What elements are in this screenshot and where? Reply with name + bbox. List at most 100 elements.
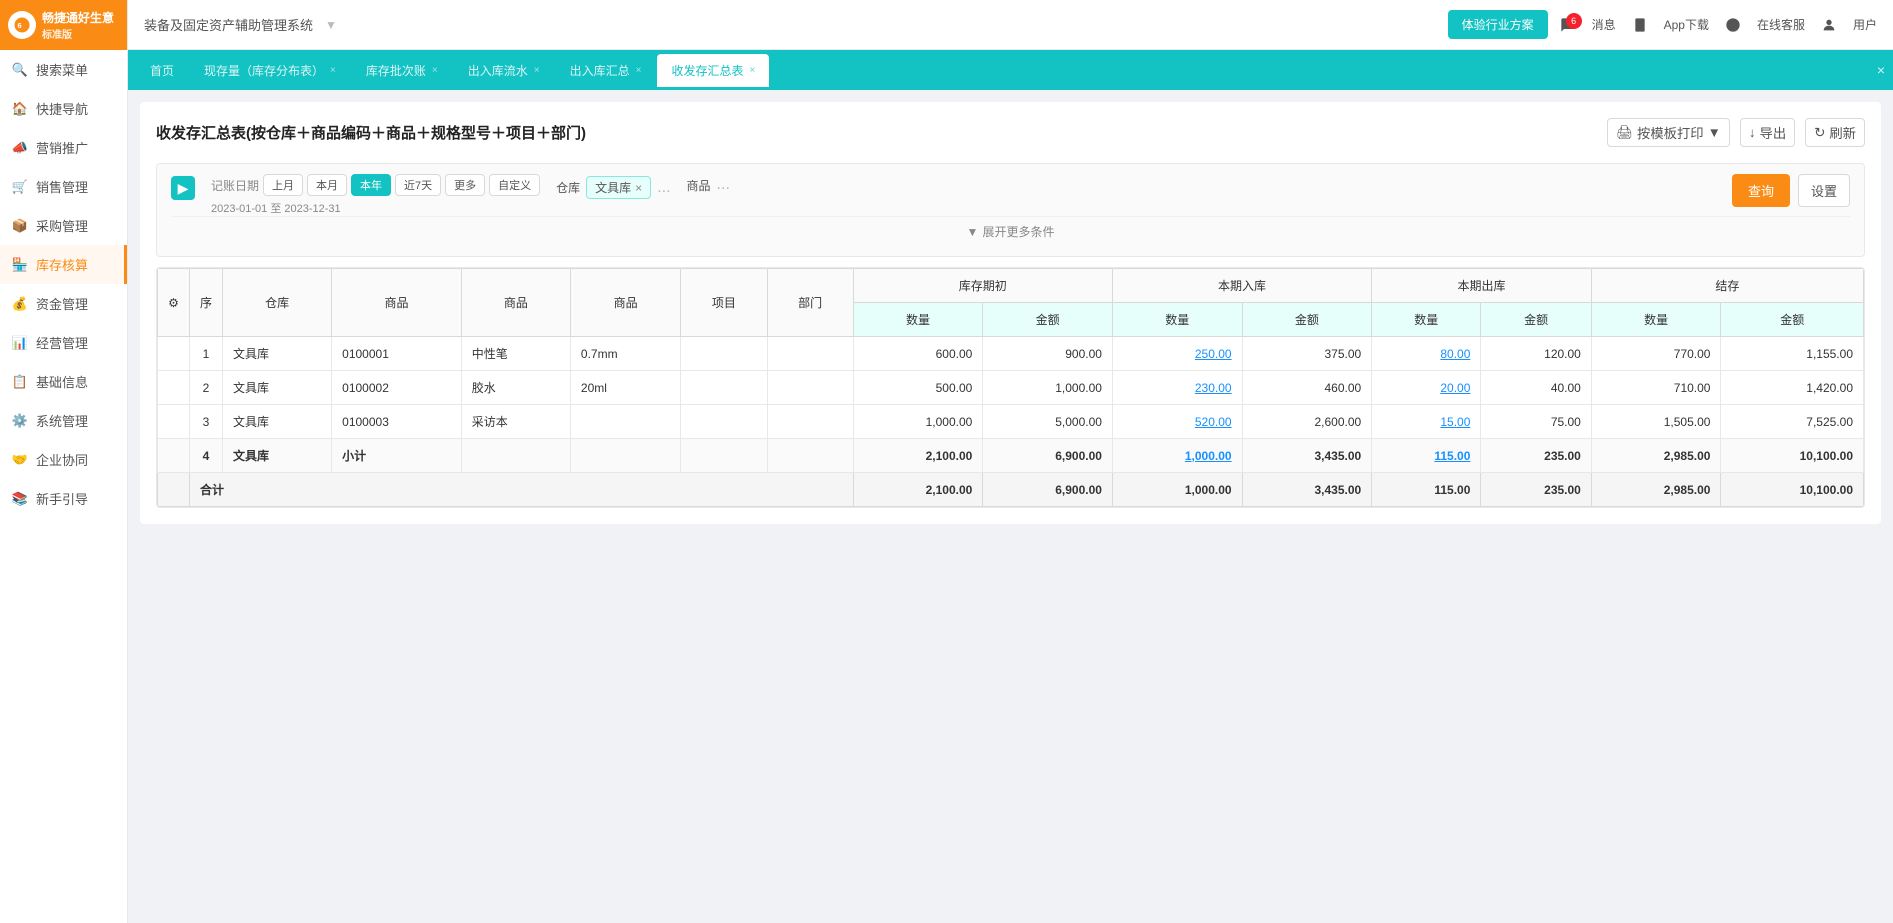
subtotal-warehouse: 文具库 [223,439,332,473]
date-btn-this-year[interactable]: 本年 [351,174,391,196]
expand-more-conditions[interactable]: ▼ 展开更多条件 [171,216,1850,246]
search-btn[interactable]: 查询 [1732,174,1790,207]
row1-goods-name: 中性笔 [461,337,570,371]
row2-open-qty: 500.00 [853,371,983,405]
row3-goods-spec [570,405,680,439]
sidebar-item-guide[interactable]: 📚 新手引导 [0,479,127,518]
tab-home[interactable]: 首页 [136,54,188,87]
col-goods-name-header: 商品 [461,269,570,337]
export-btn[interactable]: ↓ 导出 [1740,118,1795,147]
subtotal-open-qty: 2,100.00 [853,439,983,473]
tab-batch[interactable]: 库存批次账 × [352,54,452,87]
row3-in-amt: 2,600.00 [1242,405,1372,439]
sidebar-item-inventory[interactable]: 🏪 库存核算 [0,245,127,284]
tab-flow[interactable]: 出入库流水 × [454,54,554,87]
experience-btn[interactable]: 体验行业方案 [1448,10,1548,39]
col-in-amt-header: 金额 [1242,303,1372,337]
purchase-icon: 📦 [12,218,28,234]
col-out-qty-header: 数量 [1372,303,1481,337]
col-settings[interactable]: ⚙ [158,269,190,337]
row3-in-qty[interactable]: 520.00 [1112,405,1242,439]
sidebar-item-marketing[interactable]: 📣 营销推广 [0,128,127,167]
sidebar-item-enterprise[interactable]: 🤝 企业协同 [0,440,127,479]
date-btn-more[interactable]: 更多 [445,174,485,196]
footer-out-amt: 235.00 [1481,473,1591,507]
date-btn-custom[interactable]: 自定义 [489,174,540,196]
footer-in-amt: 3,435.00 [1242,473,1372,507]
sidebar-item-basic[interactable]: 📋 基础信息 [0,362,127,401]
sidebar-item-purchase[interactable]: 📦 采购管理 [0,206,127,245]
row1-in-qty[interactable]: 250.00 [1112,337,1242,371]
tab-close-receive-send[interactable]: × [749,65,755,76]
message-icon-wrap[interactable]: 6 [1560,17,1576,33]
footer-row: 合计 2,100.00 6,900.00 1,000.00 3,435.00 1… [158,473,1864,507]
row2-warehouse: 文具库 [223,371,332,405]
filter-action-btns: 查询 设置 [1732,174,1850,207]
sidebar-item-sales[interactable]: 🛒 销售管理 [0,167,127,206]
row1-in-amt: 375.00 [1242,337,1372,371]
subtotal-in-amt: 3,435.00 [1242,439,1372,473]
system-icon: ⚙️ [12,413,28,429]
row1-settings [158,337,190,371]
row1-close-qty: 770.00 [1591,337,1721,371]
tab-close-flow[interactable]: × [534,65,540,76]
sidebar-item-finance[interactable]: 💰 资金管理 [0,284,127,323]
filter-toggle-btn[interactable]: ▶ [171,176,195,200]
online-service-label[interactable]: 在线客服 [1757,16,1805,33]
row1-close-amt: 1,155.00 [1721,337,1864,371]
subtotal-close-qty: 2,985.00 [1591,439,1721,473]
svg-text:6: 6 [18,21,22,30]
footer-in-qty: 1,000.00 [1112,473,1242,507]
sidebar-item-quick-nav[interactable]: 🏠 快捷导航 [0,89,127,128]
tab-close-inventory-dist[interactable]: × [330,65,336,76]
tab-summary[interactable]: 出入库汇总 × [556,54,656,87]
tab-close-summary[interactable]: × [636,65,642,76]
sidebar-item-search[interactable]: 🔍 搜索菜单 [0,50,127,89]
tab-bar-close-btn[interactable]: × [1877,62,1885,78]
data-table-container: ⚙ 序 仓库 商品 商品 [156,267,1865,508]
tab-bar: 首页 现存量（库存分布表） × 库存批次账 × 出入库流水 × 出入库汇总 × … [128,50,1893,90]
row3-goods-name: 采访本 [461,405,570,439]
page-title: 收发存汇总表(按仓库＋商品编码＋商品＋规格型号＋项目＋部门) [156,122,586,143]
subtotal-no: 4 [190,439,223,473]
date-btn-this-month[interactable]: 本月 [307,174,347,196]
table-settings-icon[interactable]: ⚙ [168,296,179,310]
table-row: 1 文具库 0100001 中性笔 0.7mm 600.00 900.00 25… [158,337,1864,371]
warehouse-ellipsis[interactable]: ... [657,179,670,197]
sidebar: 6 畅捷通好生意 标准版 🔍 搜索菜单 🏠 快捷导航 📣 营销推广 🛒 销售管理… [0,0,128,923]
subtotal-out-amt: 235.00 [1481,439,1591,473]
col-open-amt-header: 金额 [983,303,1113,337]
refresh-btn[interactable]: ↻ 刷新 [1805,118,1865,147]
online-service-icon [1725,17,1741,33]
print-btn[interactable]: 🖨 按模板打印 ▼ [1607,118,1730,147]
expand-icon: ▼ [967,225,979,239]
goods-ellipsis[interactable]: ... [717,176,730,194]
warehouse-tag-close[interactable]: × [635,181,642,195]
app-download-label[interactable]: App下载 [1664,16,1709,33]
print-icon: 🖨 [1616,125,1633,141]
row1-goods-spec: 0.7mm [570,337,680,371]
row3-out-amt: 75.00 [1481,405,1591,439]
row2-in-qty[interactable]: 230.00 [1112,371,1242,405]
subtotal-out-qty[interactable]: 115.00 [1372,439,1481,473]
row3-out-qty[interactable]: 15.00 [1372,405,1481,439]
setting-btn[interactable]: 设置 [1798,174,1850,207]
inventory-icon: 🏪 [12,257,28,273]
footer-close-qty: 2,985.00 [1591,473,1721,507]
message-badge: 6 [1566,13,1582,29]
date-btn-7days[interactable]: 近7天 [395,174,441,196]
top-header-actions: 6 消息 App下载 在线客服 用户 [1560,16,1877,33]
row2-out-qty[interactable]: 20.00 [1372,371,1481,405]
sidebar-item-system[interactable]: ⚙️ 系统管理 [0,401,127,440]
tab-receive-send[interactable]: 收发存汇总表 × [657,54,769,87]
tab-close-batch[interactable]: × [432,65,438,76]
row2-goods-code: 0100002 [332,371,462,405]
tab-inventory-dist[interactable]: 现存量（库存分布表） × [190,54,350,87]
date-btn-prev-month[interactable]: 上月 [263,174,303,196]
subtotal-in-qty[interactable]: 1,000.00 [1112,439,1242,473]
warehouse-filter: 仓库 文具库 × ... [556,176,670,199]
row1-out-qty[interactable]: 80.00 [1372,337,1481,371]
sidebar-item-operations[interactable]: 📊 经营管理 [0,323,127,362]
basic-icon: 📋 [12,374,28,390]
user-label[interactable]: 用户 [1853,16,1877,33]
